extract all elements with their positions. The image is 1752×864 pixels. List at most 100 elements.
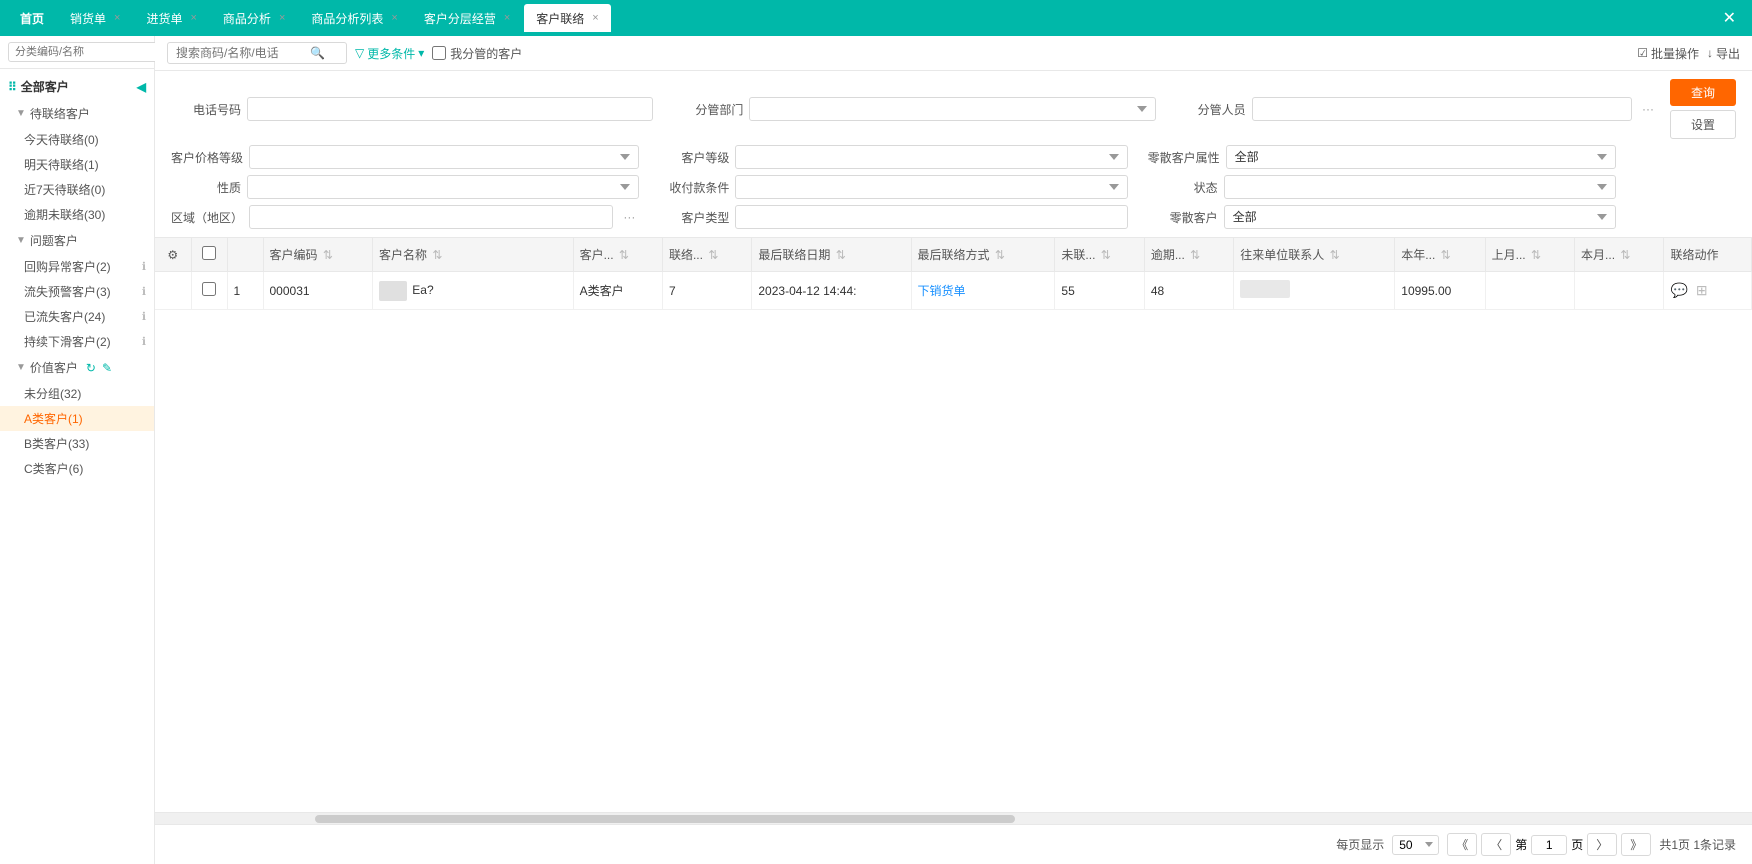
edit-value-icon[interactable]: ✎: [102, 361, 112, 375]
batch-op-btn[interactable]: ☑ 批量操作: [1637, 45, 1699, 62]
export-icon: ↓: [1707, 46, 1713, 60]
query-button[interactable]: 查询: [1670, 79, 1736, 106]
nav-tab-purchase[interactable]: 进货单 ×: [134, 4, 208, 32]
info-repurchase-icon: ℹ: [142, 260, 146, 273]
person-input[interactable]: [1252, 97, 1632, 121]
th-unit-contact[interactable]: 往来单位联系人 ⇅: [1234, 238, 1395, 272]
phone-input[interactable]: [247, 97, 653, 121]
sidebar-all-customers[interactable]: ⠿ 全部客户 ◀: [0, 73, 154, 100]
advanced-filter: 电话号码 分管部门 分管人员 ··· 查询 设置: [155, 71, 1752, 238]
customer-level-label: 客户等级: [659, 149, 729, 166]
td-last-date: 2023-04-12 14:44:: [752, 272, 911, 310]
th-last-month[interactable]: 上月... ⇅: [1485, 238, 1574, 272]
qr-action-icon[interactable]: ⊞: [1696, 282, 1708, 299]
nature-select[interactable]: [247, 175, 639, 199]
status-label: 状态: [1148, 179, 1218, 196]
close-contact-tab-icon[interactable]: ×: [592, 12, 598, 24]
sidebar-section-pending[interactable]: ▼ 待联络客户: [0, 100, 154, 127]
th-this-year[interactable]: 本年... ⇅: [1395, 238, 1485, 272]
payment-select[interactable]: [735, 175, 1127, 199]
retail-attr-label: 零散客户属性: [1148, 149, 1220, 166]
row-checkbox[interactable]: [202, 282, 216, 296]
sort-name-icon: ⇅: [432, 248, 442, 262]
sidebar-item-ungrouped[interactable]: 未分组(32): [0, 381, 154, 406]
th-overdue[interactable]: 逾期... ⇅: [1144, 238, 1233, 272]
last-method-link[interactable]: 下销货单: [918, 284, 966, 298]
my-customer-checkbox[interactable]: 我分管的客户: [432, 45, 522, 62]
th-last-method[interactable]: 最后联络方式 ⇅: [911, 238, 1055, 272]
region-dots-icon[interactable]: ···: [619, 210, 639, 224]
td-seq: 1: [227, 272, 263, 310]
th-name[interactable]: 客户名称 ⇅: [372, 238, 573, 272]
nav-tab-customer-contact[interactable]: 客户联络 ×: [524, 4, 610, 32]
th-this-month[interactable]: 本月... ⇅: [1575, 238, 1664, 272]
dept-select[interactable]: [749, 97, 1155, 121]
sidebar-item-7days[interactable]: 近7天待联络(0): [0, 177, 154, 202]
region-input[interactable]: [249, 205, 613, 229]
collapse-sidebar-icon[interactable]: ◀: [137, 80, 146, 94]
th-contact[interactable]: 联络... ⇅: [662, 238, 751, 272]
message-action-icon[interactable]: 💬: [1670, 282, 1687, 299]
filter-retail-customer: 零散客户 全部: [1148, 205, 1616, 229]
sidebar-item-tomorrow[interactable]: 明天待联络(1): [0, 152, 154, 177]
sidebar-item-churn-warn[interactable]: 流失预警客户(3) ℹ: [0, 279, 154, 304]
retail-attr-select[interactable]: 全部: [1226, 145, 1616, 169]
more-filter-btn[interactable]: ▽ 更多条件 ▾: [355, 45, 424, 62]
close-purchase-tab-icon[interactable]: ×: [190, 12, 196, 24]
page-size-select[interactable]: 50 100 200: [1392, 835, 1439, 855]
first-page-btn[interactable]: 《: [1447, 833, 1477, 856]
sort-thismonth-icon: ⇅: [1620, 248, 1630, 262]
table-header-row: ⚙ 客户编码 ⇅ 客户名称 ⇅ 客户... ⇅ 联络... ⇅ 最后联络日期 ⇅…: [155, 238, 1752, 272]
sidebar-item-class-a[interactable]: A类客户(1): [0, 406, 154, 431]
person-dots-icon[interactable]: ···: [1638, 102, 1658, 116]
my-customer-check[interactable]: [432, 46, 446, 60]
last-page-btn[interactable]: 》: [1621, 833, 1651, 856]
nav-tab-customer-segment[interactable]: 客户分层经营 ×: [412, 4, 522, 32]
sidebar-item-repurchase[interactable]: 回购异常客户(2) ℹ: [0, 254, 154, 279]
export-btn[interactable]: ↓ 导出: [1707, 45, 1740, 62]
sidebar-item-today[interactable]: 今天待联络(0): [0, 127, 154, 152]
select-all-checkbox[interactable]: [202, 246, 216, 260]
prev-page-btn[interactable]: 〈: [1481, 833, 1511, 856]
search-input[interactable]: [176, 46, 306, 60]
close-segment-tab-icon[interactable]: ×: [504, 12, 510, 24]
sidebar-item-declining[interactable]: 持续下滑客户(2) ℹ: [0, 329, 154, 354]
th-settings[interactable]: ⚙: [155, 238, 191, 272]
sidebar-item-churned[interactable]: 已流失客户(24) ℹ: [0, 304, 154, 329]
status-select[interactable]: [1224, 175, 1616, 199]
horizontal-scrollbar[interactable]: [155, 812, 1752, 824]
sidebar-item-class-b[interactable]: B类客户(33): [0, 431, 154, 456]
nav-tab-analysis-list[interactable]: 商品分析列表 ×: [299, 4, 409, 32]
sidebar-item-overdue[interactable]: 逾期未联络(30): [0, 202, 154, 227]
page-number-input[interactable]: [1531, 835, 1567, 855]
customer-level-select[interactable]: [735, 145, 1127, 169]
next-page-btn[interactable]: 〉: [1587, 833, 1617, 856]
price-level-select[interactable]: [249, 145, 639, 169]
sidebar-item-class-c[interactable]: C类客户(6): [0, 456, 154, 481]
sidebar-section-problem[interactable]: ▼ 问题客户: [0, 227, 154, 254]
close-analysis-list-tab-icon[interactable]: ×: [391, 12, 397, 24]
page-of-label: 第: [1515, 836, 1527, 853]
nav-home[interactable]: 首页: [8, 4, 56, 32]
scrollbar-thumb[interactable]: [315, 815, 1015, 823]
customer-type-input[interactable]: [735, 205, 1127, 229]
nature-label: 性质: [171, 179, 241, 196]
refresh-value-icon[interactable]: ↻: [86, 361, 96, 375]
th-uncontacted[interactable]: 未联... ⇅: [1055, 238, 1144, 272]
th-last-date[interactable]: 最后联络日期 ⇅: [752, 238, 911, 272]
sort-lastmonth-icon: ⇅: [1531, 248, 1541, 262]
close-analysis-tab-icon[interactable]: ×: [279, 12, 285, 24]
nav-tab-sales[interactable]: 销货单 ×: [58, 4, 132, 32]
retail-customer-select[interactable]: 全部: [1224, 205, 1616, 229]
all-customers-label: 全部客户: [21, 78, 69, 95]
th-type[interactable]: 客户... ⇅: [573, 238, 662, 272]
th-code[interactable]: 客户编码 ⇅: [263, 238, 372, 272]
price-level-label: 客户价格等级: [171, 149, 243, 166]
close-sales-tab-icon[interactable]: ×: [114, 12, 120, 24]
window-close-icon[interactable]: ✕: [1715, 4, 1744, 32]
sidebar-section-value[interactable]: ▼ 价值客户 ↻ ✎: [0, 354, 154, 381]
nav-tab-analysis[interactable]: 商品分析 ×: [211, 4, 297, 32]
sidebar-search-input[interactable]: [8, 42, 164, 62]
search-filter-icon[interactable]: 🔍: [310, 46, 325, 60]
settings-button[interactable]: 设置: [1670, 110, 1736, 139]
